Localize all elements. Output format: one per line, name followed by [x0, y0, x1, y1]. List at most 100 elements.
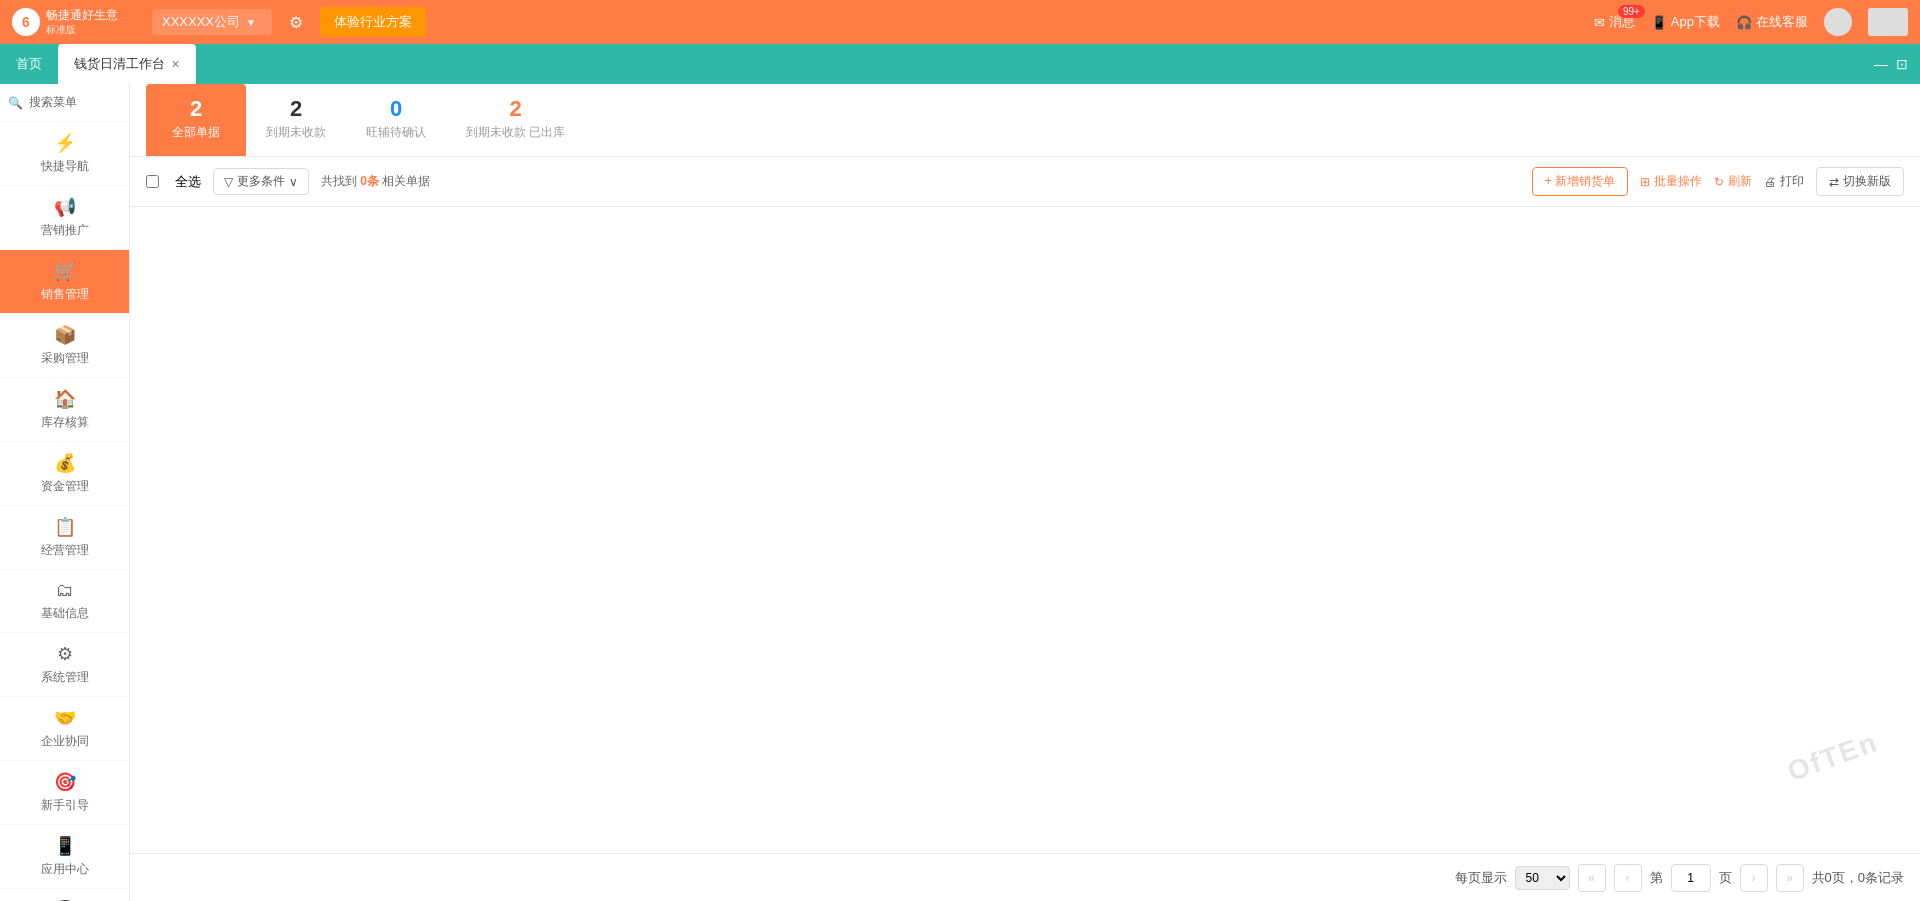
chevron-icon: ∨ [289, 175, 298, 189]
switch-version-btn[interactable]: ⇄ 切换新版 [1816, 167, 1904, 196]
print-label: 打印 [1780, 173, 1804, 190]
refresh-icon: ↻ [1714, 175, 1724, 189]
sidebar-item-kuaijiedaohang[interactable]: ⚡ 快捷导航 [0, 122, 129, 186]
print-btn[interactable]: 🖨 打印 [1764, 173, 1804, 190]
tab-qianhuoricqing-label: 钱货日清工作台 [74, 55, 165, 73]
prev-page-btn[interactable]: ‹ [1614, 864, 1642, 892]
sidebar-item-label: 应用中心 [41, 861, 89, 878]
sidebar-item-label: 企业协同 [41, 733, 89, 750]
avatar[interactable] [1824, 8, 1852, 36]
minimize-icon[interactable]: — [1874, 56, 1888, 72]
sidebar-item-label: 快捷导航 [41, 158, 89, 175]
sidebar-item-weixin[interactable]: 💬 企业微信 [0, 889, 129, 901]
refresh-btn[interactable]: ↻ 刷新 [1714, 173, 1752, 190]
service-icon: 🎧 [1736, 15, 1752, 30]
pagination: 每页显示 50 100 200 « ‹ 第 页 › » 共0页，0条记录 [130, 853, 1920, 901]
sidebar-item-label: 营销推广 [41, 222, 89, 239]
switch-label: 切换新版 [1843, 173, 1891, 190]
sidebar-item-label: 销售管理 [41, 286, 89, 303]
last-page-btn[interactable]: » [1776, 864, 1804, 892]
company-selector[interactable]: XXXXXX公司 ▼ [152, 9, 272, 35]
online-service-label: 在线客服 [1756, 13, 1808, 31]
search-menu-btn[interactable]: 🔍 搜索菜单 [0, 84, 129, 122]
sidebar-item-yingxiao[interactable]: 📢 营销推广 [0, 186, 129, 250]
sidebar-item-label: 基础信息 [41, 605, 89, 622]
stat-label-all: 全部单据 [172, 124, 220, 141]
gear-icon: ⚙ [289, 13, 303, 32]
app-name: 畅捷通好生意 [46, 8, 118, 24]
guide-icon: 🎯 [54, 771, 76, 793]
logo-icon: 6 [12, 8, 40, 36]
sidebar-item-kucun[interactable]: 🏠 库存核算 [0, 378, 129, 442]
more-filter-btn[interactable]: ▽ 更多条件 ∨ [213, 168, 309, 195]
stat-tab-chuku[interactable]: 2 到期未收款 已出库 [446, 84, 585, 156]
page-input[interactable] [1671, 864, 1711, 892]
batch-label: 批量操作 [1654, 173, 1702, 190]
print-icon: 🖨 [1764, 175, 1776, 189]
main-layout: 🔍 搜索菜单 ⚡ 快捷导航 📢 营销推广 🛒 销售管理 📦 采购管理 🏠 库存核… [0, 84, 1920, 901]
page-suffix: 页 [1719, 869, 1732, 887]
sidebar-item-label: 经营管理 [41, 542, 89, 559]
message-btn[interactable]: ✉ 消息 99+ [1594, 13, 1635, 31]
batch-icon: ⊞ [1640, 175, 1650, 189]
logo-text: 畅捷通好生意 标准版 [46, 8, 118, 37]
basic-info-icon: 🗂 [56, 580, 74, 601]
experience-btn[interactable]: 体验行业方案 [320, 7, 426, 37]
sidebar-item-label: 库存核算 [41, 414, 89, 431]
sales-icon: 🛒 [54, 260, 76, 282]
total-label: 共0页，0条记录 [1812, 869, 1904, 887]
sidebar-item-zijin[interactable]: 💰 资金管理 [0, 442, 129, 506]
tab-home[interactable]: 首页 [0, 44, 58, 84]
company-name: XXXXXX公司 [162, 13, 240, 31]
first-page-btn[interactable]: « [1578, 864, 1606, 892]
close-icon[interactable]: ✕ [171, 58, 180, 71]
sidebar-item-jingying[interactable]: 📋 经营管理 [0, 506, 129, 570]
sidebar-item-jichu[interactable]: 🗂 基础信息 [0, 570, 129, 633]
table-area: OfTEn [130, 207, 1920, 853]
content-area: 2 全部单据 2 到期未收款 0 旺辅待确认 2 到期未收款 已出库 全选 ▽ … [130, 84, 1920, 901]
sidebar-item-xiaoshou[interactable]: 🛒 销售管理 [0, 250, 129, 314]
maximize-icon[interactable]: ⊡ [1896, 56, 1908, 72]
select-all-checkbox[interactable] [146, 175, 159, 188]
sidebar-item-label: 采购管理 [41, 350, 89, 367]
search-icon: 🔍 [8, 96, 23, 110]
next-page-btn[interactable]: › [1740, 864, 1768, 892]
page-size-select[interactable]: 50 100 200 [1515, 866, 1570, 890]
logo-area: 6 畅捷通好生意 标准版 [12, 8, 142, 37]
app-sub: 标准版 [46, 23, 118, 36]
stat-num-all: 2 [190, 96, 202, 122]
stat-label-overdue: 到期未收款 [266, 124, 326, 141]
stat-tab-overdue[interactable]: 2 到期未收款 [246, 84, 346, 156]
online-service-btn[interactable]: 🎧 在线客服 [1736, 13, 1808, 31]
tab-bar: 首页 钱货日清工作台 ✕ — ⊡ [0, 44, 1920, 84]
stat-tab-wangfu[interactable]: 0 旺辅待确认 [346, 84, 446, 156]
purchase-icon: 📦 [54, 324, 76, 346]
stat-tab-all[interactable]: 2 全部单据 [146, 84, 246, 156]
sidebar-item-xitong[interactable]: ⚙ 系统管理 [0, 633, 129, 697]
username-display [1868, 8, 1908, 36]
sidebar-item-label: 系统管理 [41, 669, 89, 686]
app-download-btn[interactable]: 📱 App下载 [1651, 13, 1720, 31]
batch-operation-btn[interactable]: ⊞ 批量操作 [1640, 173, 1702, 190]
add-sales-order-btn[interactable]: + 新增销货单 [1532, 167, 1628, 196]
filter-icon: ▽ [224, 175, 233, 189]
finance-icon: 💰 [54, 452, 76, 474]
tab-bar-actions: — ⊡ [1874, 56, 1920, 72]
sidebar: 🔍 搜索菜单 ⚡ 快捷导航 📢 营销推广 🛒 销售管理 📦 采购管理 🏠 库存核… [0, 84, 130, 901]
tab-qianhuoricqing[interactable]: 钱货日清工作台 ✕ [58, 44, 196, 84]
sidebar-item-app[interactable]: 📱 应用中心 [0, 825, 129, 889]
stat-label-wangfu: 旺辅待确认 [366, 124, 426, 141]
select-all-label: 全选 [175, 173, 201, 191]
sidebar-item-qiye[interactable]: 🤝 企业协同 [0, 697, 129, 761]
sidebar-item-label: 资金管理 [41, 478, 89, 495]
system-icon: ⚙ [57, 643, 73, 665]
inventory-icon: 🏠 [54, 388, 76, 410]
app-download-label: App下载 [1671, 13, 1720, 31]
sidebar-item-xinshou[interactable]: 🎯 新手引导 [0, 761, 129, 825]
settings-button[interactable]: ⚙ [280, 6, 312, 38]
sidebar-item-caigou[interactable]: 📦 采购管理 [0, 314, 129, 378]
marketing-icon: 📢 [54, 196, 76, 218]
toolbar-right: + 新增销货单 ⊞ 批量操作 ↻ 刷新 🖨 打印 ⇄ 切换新版 [1532, 167, 1904, 196]
stats-tabs: 2 全部单据 2 到期未收款 0 旺辅待确认 2 到期未收款 已出库 [130, 84, 1920, 157]
page-size-label: 每页显示 [1455, 869, 1507, 887]
